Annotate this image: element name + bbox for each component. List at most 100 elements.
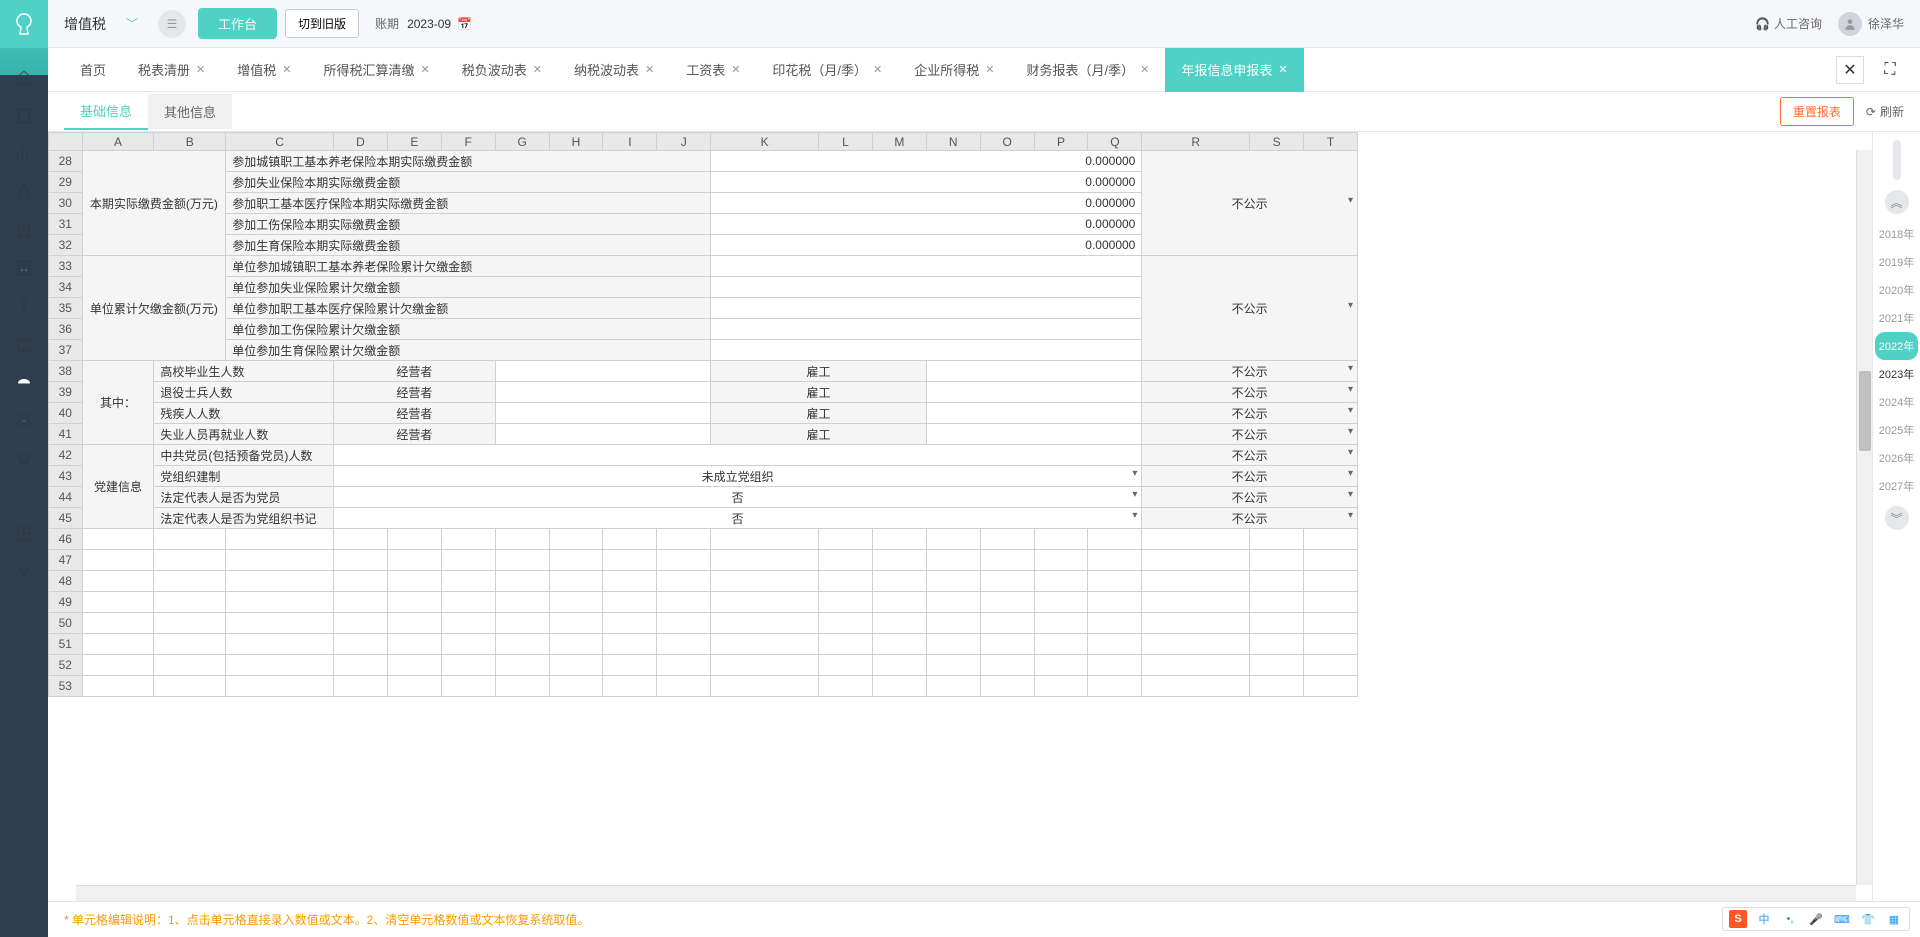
empty-cell[interactable]	[226, 529, 334, 550]
ime-punct-icon[interactable]: •,	[1781, 910, 1799, 928]
cell-value[interactable]	[926, 424, 1142, 445]
empty-cell[interactable]	[334, 676, 388, 697]
empty-cell[interactable]	[226, 655, 334, 676]
empty-cell[interactable]	[819, 550, 873, 571]
cell-value[interactable]	[495, 403, 711, 424]
visibility-dropdown[interactable]: 不公示	[1142, 256, 1358, 361]
empty-cell[interactable]	[603, 550, 657, 571]
empty-cell[interactable]	[82, 655, 154, 676]
visibility-dropdown[interactable]: 不公示	[1142, 403, 1358, 424]
empty-cell[interactable]	[1250, 613, 1304, 634]
empty-cell[interactable]	[819, 676, 873, 697]
empty-cell[interactable]	[819, 592, 873, 613]
nav-v-icon[interactable]	[14, 562, 34, 582]
cell-value[interactable]: 0.000000	[711, 214, 1142, 235]
empty-cell[interactable]	[1142, 676, 1250, 697]
empty-cell[interactable]	[226, 550, 334, 571]
year-2025年[interactable]: 2025年	[1875, 416, 1918, 444]
empty-cell[interactable]	[926, 676, 980, 697]
empty-cell[interactable]	[872, 634, 926, 655]
empty-cell[interactable]	[387, 613, 441, 634]
tab-5[interactable]: 纳税波动表✕	[558, 48, 670, 92]
ime-s-icon[interactable]: S	[1729, 910, 1747, 928]
period-value[interactable]: 2023-09	[407, 17, 451, 31]
tab-close-icon[interactable]: ✕	[421, 63, 430, 76]
visibility-dropdown[interactable]: 不公示	[1142, 487, 1358, 508]
empty-cell[interactable]	[711, 634, 819, 655]
empty-cell[interactable]	[549, 655, 603, 676]
empty-cell[interactable]	[657, 571, 711, 592]
empty-cell[interactable]	[1304, 613, 1358, 634]
vertical-scrollbar[interactable]	[1856, 150, 1872, 885]
year-2024年[interactable]: 2024年	[1875, 388, 1918, 416]
empty-cell[interactable]	[441, 613, 495, 634]
empty-cell[interactable]	[1304, 634, 1358, 655]
select-cell[interactable]: 否	[334, 487, 1142, 508]
empty-cell[interactable]	[1034, 634, 1088, 655]
empty-cell[interactable]	[711, 676, 819, 697]
empty-cell[interactable]	[495, 676, 549, 697]
empty-cell[interactable]	[154, 655, 226, 676]
empty-cell[interactable]	[154, 634, 226, 655]
ime-grid-icon[interactable]: ▦	[1885, 910, 1903, 928]
tab-0[interactable]: 首页	[64, 48, 122, 92]
visibility-dropdown[interactable]: 不公示	[1142, 151, 1358, 256]
empty-cell[interactable]	[549, 634, 603, 655]
cell-value[interactable]: 0.000000	[711, 151, 1142, 172]
tab-close-icon[interactable]: ✕	[533, 63, 542, 76]
empty-cell[interactable]	[603, 676, 657, 697]
nav-active-icon[interactable]	[14, 372, 34, 392]
ime-lang-icon[interactable]: 中	[1755, 910, 1773, 928]
close-all-tabs-btn[interactable]: ✕	[1836, 56, 1864, 84]
empty-cell[interactable]	[1034, 529, 1088, 550]
empty-cell[interactable]	[441, 676, 495, 697]
empty-cell[interactable]	[657, 676, 711, 697]
empty-cell[interactable]	[441, 655, 495, 676]
empty-cell[interactable]	[1142, 613, 1250, 634]
cell-value[interactable]	[711, 340, 1142, 361]
empty-cell[interactable]	[1142, 571, 1250, 592]
empty-cell[interactable]	[226, 592, 334, 613]
empty-cell[interactable]	[549, 592, 603, 613]
tab-9[interactable]: 财务报表（月/季）✕	[1011, 48, 1166, 92]
empty-cell[interactable]	[1304, 529, 1358, 550]
cell-value[interactable]	[711, 319, 1142, 340]
empty-cell[interactable]	[1088, 592, 1142, 613]
empty-cell[interactable]	[334, 592, 388, 613]
select-cell[interactable]: 否	[334, 508, 1142, 529]
empty-cell[interactable]	[1250, 676, 1304, 697]
empty-cell[interactable]	[1088, 655, 1142, 676]
panel-handle[interactable]	[1893, 140, 1901, 180]
year-down-arrow[interactable]: ︾	[1885, 506, 1909, 530]
empty-cell[interactable]	[872, 529, 926, 550]
visibility-dropdown[interactable]: 不公示	[1142, 424, 1358, 445]
empty-cell[interactable]	[495, 550, 549, 571]
empty-cell[interactable]	[603, 529, 657, 550]
visibility-dropdown[interactable]: 不公示	[1142, 466, 1358, 487]
empty-cell[interactable]	[154, 676, 226, 697]
ime-toolbar[interactable]: S 中 •, 🎤 ⌨ 👕 ▦	[1722, 907, 1910, 931]
empty-cell[interactable]	[441, 571, 495, 592]
nav-clip-icon[interactable]	[14, 220, 34, 240]
year-2018年[interactable]: 2018年	[1875, 220, 1918, 248]
empty-cell[interactable]	[549, 571, 603, 592]
spreadsheet[interactable]: ABCDEFGHIJKLMNOPQRST28本期实际缴费金额(万元)参加城镇职工…	[48, 132, 1872, 901]
nav-doc-icon[interactable]	[14, 106, 34, 126]
tab-10[interactable]: 年报信息申报表✕	[1165, 48, 1303, 92]
empty-cell[interactable]	[1304, 592, 1358, 613]
empty-cell[interactable]	[82, 529, 154, 550]
empty-cell[interactable]	[1034, 655, 1088, 676]
empty-cell[interactable]	[154, 529, 226, 550]
subtab-basic[interactable]: 基础信息	[64, 93, 148, 130]
empty-cell[interactable]	[711, 550, 819, 571]
tab-close-icon[interactable]: ✕	[1278, 63, 1287, 76]
chevron-down-icon[interactable]: ﹀	[126, 15, 138, 32]
empty-cell[interactable]	[495, 634, 549, 655]
empty-cell[interactable]	[1034, 676, 1088, 697]
empty-cell[interactable]	[154, 592, 226, 613]
empty-cell[interactable]	[1304, 655, 1358, 676]
empty-cell[interactable]	[872, 655, 926, 676]
empty-cell[interactable]	[495, 613, 549, 634]
empty-cell[interactable]	[82, 676, 154, 697]
empty-cell[interactable]	[980, 613, 1034, 634]
